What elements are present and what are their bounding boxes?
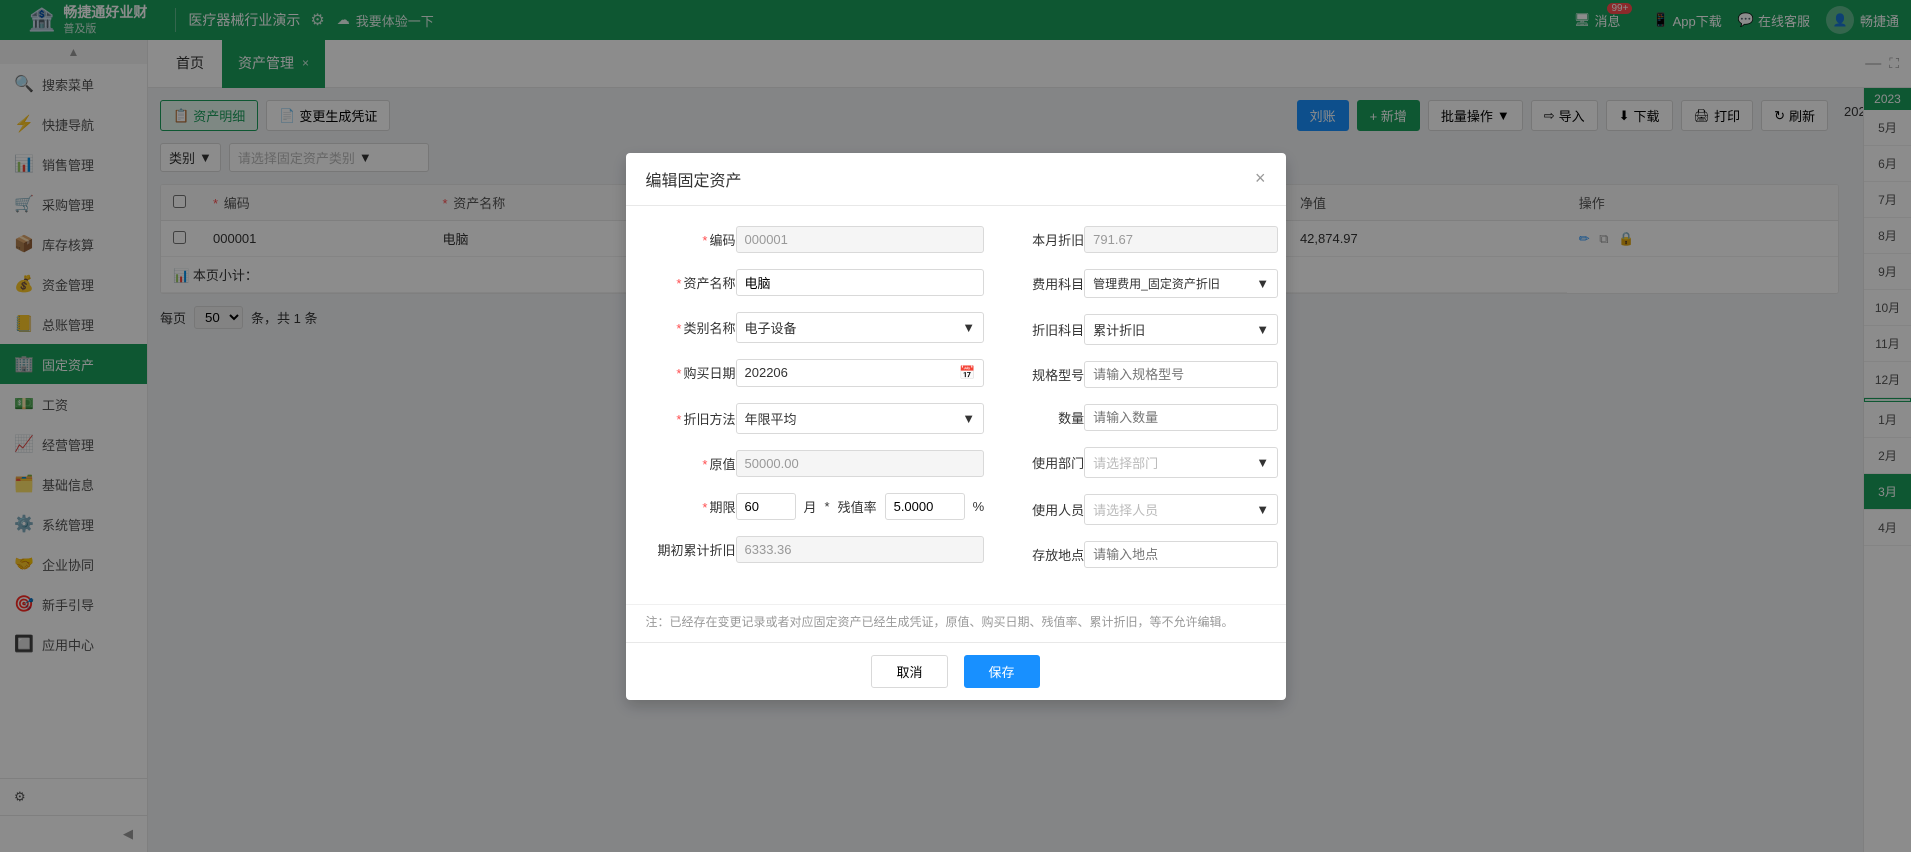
- purchase-date-value: 202206: [745, 365, 788, 380]
- code-label: *编码: [656, 230, 736, 249]
- save-button[interactable]: 保存: [964, 655, 1040, 688]
- form-row-department: 使用部门 请选择部门 ▼: [1004, 447, 1278, 478]
- form-row-spec: 规格型号: [1004, 361, 1278, 388]
- form-row-name: *资产名称: [656, 269, 985, 296]
- form-row-expense-subject: 费用科目 管理费用_固定资产折旧 ▼: [1004, 269, 1278, 298]
- dep-subject-label: 折旧科目: [1004, 320, 1084, 339]
- name-input[interactable]: [736, 269, 985, 296]
- cancel-button[interactable]: 取消: [871, 655, 947, 688]
- location-input[interactable]: [1084, 541, 1278, 568]
- dep-method-arrow: ▼: [962, 411, 975, 426]
- residual-rate-unit: %: [973, 499, 985, 514]
- modal-header: 编辑固定资产 ×: [626, 153, 1286, 206]
- modal-body: *编码 *资产名称 *类别名称 电子设备 ▼: [626, 206, 1286, 604]
- modal-overlay: 编辑固定资产 × *编码 *资产名称: [0, 0, 1911, 852]
- modal-right-section: 本月折旧 费用科目 管理费用_固定资产折旧 ▼ 折旧科目: [994, 226, 1288, 584]
- code-input[interactable]: [736, 226, 985, 253]
- category-form-label: *类别名称: [656, 318, 736, 337]
- spec-input[interactable]: [1084, 361, 1278, 388]
- calendar-icon: 📅: [959, 365, 975, 381]
- edit-asset-modal: 编辑固定资产 × *编码 *资产名称: [626, 153, 1286, 700]
- residual-rate-input[interactable]: [885, 493, 965, 520]
- dep-method-label: *折旧方法: [656, 409, 736, 428]
- modal-note-text: 注：已经存在变更记录或者对应固定资产已经生成凭证，原值、购买日期、残值率、累计折…: [646, 615, 1234, 629]
- user-field-label: 使用人员: [1004, 500, 1084, 519]
- form-row-quantity: 数量: [1004, 404, 1278, 431]
- initial-dep-label: 期初累计折旧: [656, 540, 736, 559]
- spec-label: 规格型号: [1004, 365, 1084, 384]
- department-label: 使用部门: [1004, 453, 1084, 472]
- dep-subject-arrow: ▼: [1256, 322, 1269, 337]
- monthly-dep-input: [1084, 226, 1278, 253]
- form-row-user: 使用人员 请选择人员 ▼: [1004, 494, 1278, 525]
- original-value-label: *原值: [656, 454, 736, 473]
- period-unit: 月: [804, 497, 817, 516]
- expense-subject-label: 费用科目: [1004, 274, 1084, 293]
- expense-subject-arrow: ▼: [1256, 276, 1269, 291]
- form-row-original-value: *原值: [656, 450, 985, 477]
- expense-subject-select[interactable]: 管理费用_固定资产折旧 ▼: [1084, 269, 1278, 298]
- user-placeholder: 请选择人员: [1093, 500, 1158, 519]
- category-select-value: 电子设备: [745, 318, 797, 337]
- form-row-monthly-dep: 本月折旧: [1004, 226, 1278, 253]
- department-placeholder: 请选择部门: [1093, 453, 1158, 472]
- name-label: *资产名称: [656, 273, 736, 292]
- period-input[interactable]: [736, 493, 796, 520]
- form-row-category: *类别名称 电子设备 ▼: [656, 312, 985, 343]
- residual-rate-text: 残值率: [838, 497, 877, 516]
- dep-subject-value: 累计折旧: [1093, 320, 1145, 339]
- purchase-date-label: *购买日期: [656, 363, 736, 382]
- dep-method-select[interactable]: 年限平均 ▼: [736, 403, 985, 434]
- modal-title: 编辑固定资产: [646, 167, 742, 191]
- form-row-period: *期限 月 * 残值率 %: [656, 493, 985, 520]
- location-label: 存放地点: [1004, 545, 1084, 564]
- modal-close-btn[interactable]: ×: [1255, 168, 1266, 189]
- modal-left-section: *编码 *资产名称 *类别名称 电子设备 ▼: [646, 226, 995, 584]
- form-row-dep-subject: 折旧科目 累计折旧 ▼: [1004, 314, 1278, 345]
- dep-subject-select[interactable]: 累计折旧 ▼: [1084, 314, 1278, 345]
- period-inline: 月 * 残值率 %: [736, 493, 985, 520]
- department-select[interactable]: 请选择部门 ▼: [1084, 447, 1278, 478]
- department-arrow: ▼: [1256, 455, 1269, 470]
- category-select-arrow: ▼: [962, 320, 975, 335]
- modal-note: 注：已经存在变更记录或者对应固定资产已经生成凭证，原值、购买日期、残值率、累计折…: [626, 604, 1286, 642]
- monthly-dep-label: 本月折旧: [1004, 230, 1084, 249]
- user-select[interactable]: 请选择人员 ▼: [1084, 494, 1278, 525]
- form-row-depreciation-method: *折旧方法 年限平均 ▼: [656, 403, 985, 434]
- modal-footer: 取消 保存: [626, 642, 1286, 700]
- form-row-code: *编码: [656, 226, 985, 253]
- initial-dep-input[interactable]: [736, 536, 985, 563]
- form-row-initial-depreciation: 期初累计折旧: [656, 536, 985, 563]
- category-select[interactable]: 电子设备 ▼: [736, 312, 985, 343]
- form-row-purchase-date: *购买日期 202206 📅: [656, 359, 985, 387]
- expense-subject-value: 管理费用_固定资产折旧: [1093, 275, 1220, 292]
- period-label: *期限: [656, 497, 736, 516]
- original-value-input[interactable]: [736, 450, 985, 477]
- form-row-location: 存放地点: [1004, 541, 1278, 568]
- residual-rate-label: *: [825, 499, 830, 514]
- user-arrow: ▼: [1256, 502, 1269, 517]
- quantity-input[interactable]: [1084, 404, 1278, 431]
- quantity-label: 数量: [1004, 408, 1084, 427]
- purchase-date-input[interactable]: 202206 📅: [736, 359, 985, 387]
- dep-method-value: 年限平均: [745, 409, 797, 428]
